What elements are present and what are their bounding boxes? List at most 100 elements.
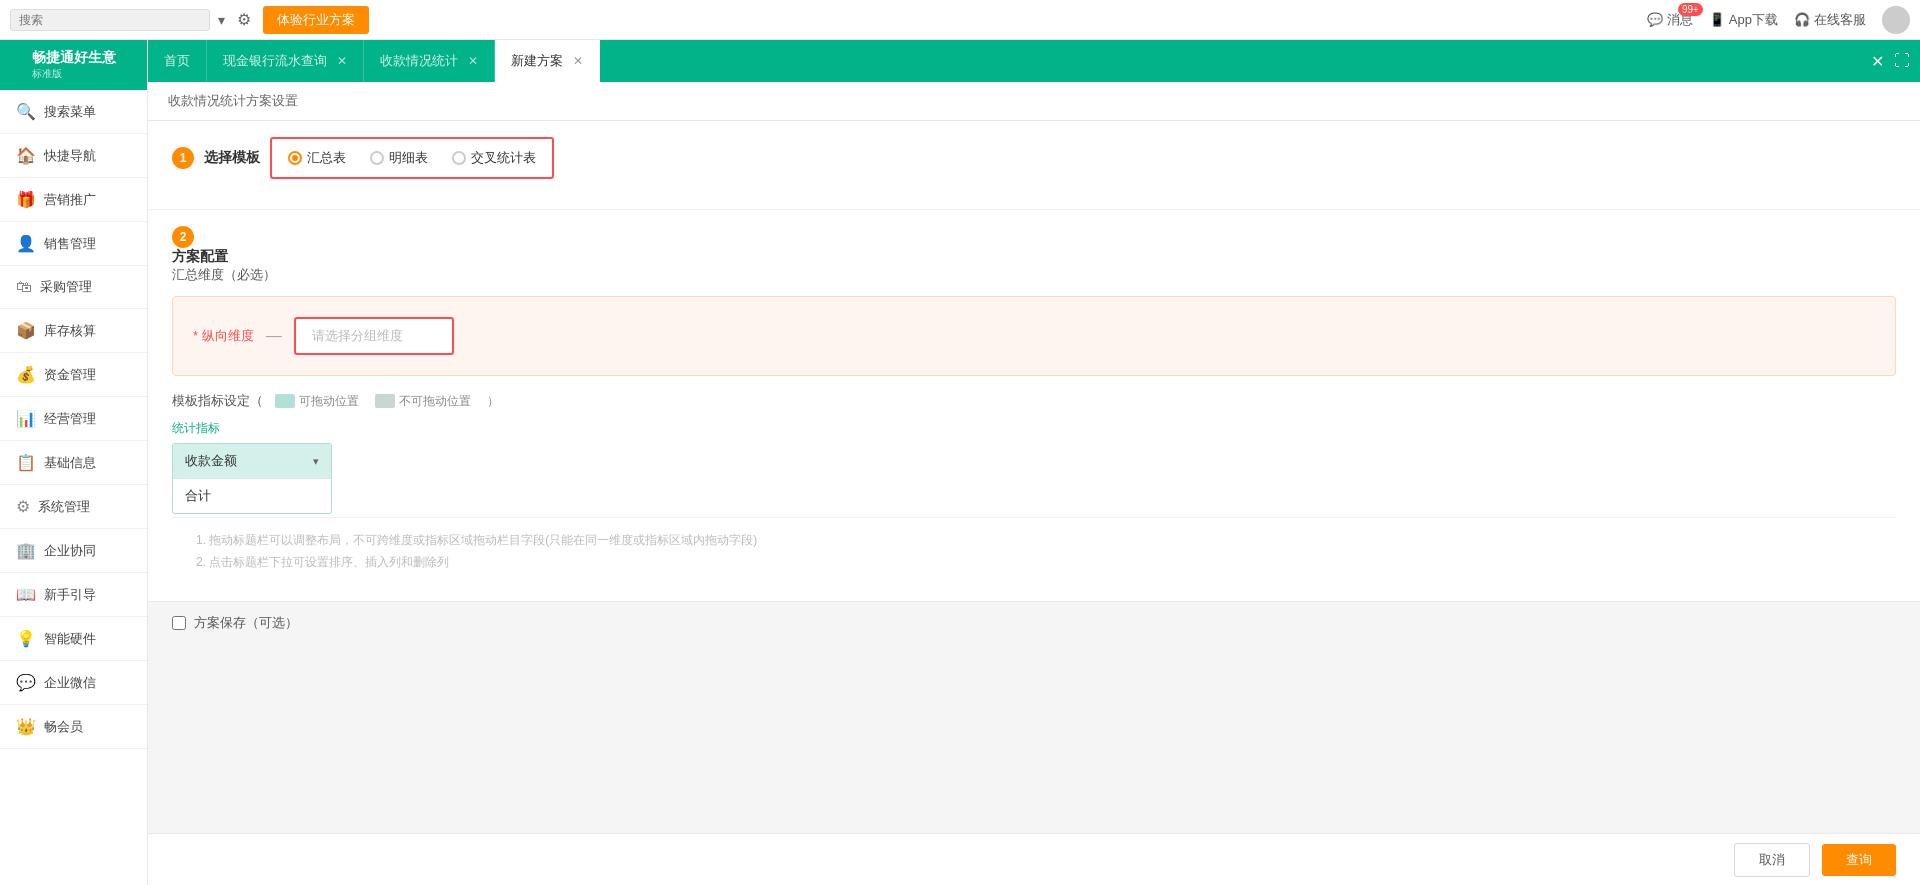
search-input[interactable] [10,9,210,31]
inventory-icon: 📦 [16,321,36,340]
tab-close-all-button[interactable]: ✕ [1871,52,1884,71]
sidebar-item-enterprise-coop[interactable]: 🏢 企业协同 [0,529,147,573]
dimension-row: * 纵向维度 — 请选择分组维度 [193,317,1875,355]
top-header: ▾ ⚙ 体验行业方案 💬 消息 99+ 📱 App下载 🎧 在线客服 [0,0,1920,40]
radio-summary[interactable]: 汇总表 [288,149,346,167]
step1-radio-box: 汇总表 明细表 交叉统计表 [270,137,554,179]
gear-button[interactable]: ⚙ [237,10,251,29]
stats-table-label: 统计指标 [172,420,1896,437]
dropdown-button[interactable]: ▾ [218,12,225,28]
tab-home[interactable]: 首页 [148,40,207,82]
legend-fixed-box [375,394,395,408]
radio-cross-dot [452,151,466,165]
member-icon: 👑 [16,717,36,736]
tab-new-plan-close[interactable]: ✕ [573,54,583,68]
sidebar-item-sales[interactable]: 👤 销售管理 [0,222,147,266]
sidebar-item-purchase[interactable]: 🛍 采购管理 [0,266,147,309]
finance-icon: 💰 [16,365,36,384]
sidebar-item-label-guide: 新手引导 [44,586,96,604]
sales-icon: 👤 [16,234,36,253]
support-item[interactable]: 🎧 在线客服 [1794,11,1866,29]
dimension-select[interactable]: 请选择分组维度 [294,317,454,355]
tab-expand-button[interactable]: ⛶ [1894,52,1910,70]
sidebar-item-enterprise-wechat[interactable]: 💬 企业微信 [0,661,147,705]
download-label: App下载 [1729,11,1778,29]
tip1: 1. 拖动标题栏可以调整布局，不可跨维度或指标区域拖动栏目字段(只能在同一维度或… [196,530,1872,552]
radio-summary-dot [288,151,302,165]
save-checkbox[interactable] [172,616,186,630]
avatar[interactable] [1882,6,1910,34]
sidebar-item-label-system: 系统管理 [38,498,90,516]
sidebar-item-label-operations: 经营管理 [44,410,96,428]
dimension-arrow: — [266,327,282,345]
breadcrumb: 收款情况统计方案设置 [148,82,1920,121]
sidebar-item-system[interactable]: ⚙ 系统管理 [0,485,147,529]
notification-badge: 99+ [1678,3,1703,16]
message-icon: 💬 [1647,12,1663,27]
step1-title: 选择模板 [204,149,260,167]
cancel-button[interactable]: 取消 [1734,843,1810,877]
legend-draggable-label: 可拖动位置 [299,393,359,410]
trial-button[interactable]: 体验行业方案 [263,6,369,34]
sidebar-logo: 畅捷通好生意 标准版 [0,40,147,90]
search-menu-icon: 🔍 [16,102,36,121]
sidebar: 畅捷通好生意 标准版 🔍 搜索菜单 🏠 快捷导航 🎁 营销推广 👤 销售管理 🛍… [0,40,148,885]
sidebar-item-guide[interactable]: 📖 新手引导 [0,573,147,617]
enterprise-coop-icon: 🏢 [16,541,36,560]
tip2: 2. 点击标题栏下拉可设置排序、插入列和删除列 [196,552,1872,574]
dimension-area: * 纵向维度 — 请选择分组维度 [172,296,1896,376]
sidebar-item-smart-hw[interactable]: 💡 智能硬件 [0,617,147,661]
sidebar-item-operations[interactable]: 📊 经营管理 [0,397,147,441]
sidebar-item-inventory[interactable]: 📦 库存核算 [0,309,147,353]
radio-cross[interactable]: 交叉统计表 [452,149,536,167]
column-dropdown-icon[interactable]: ▾ [313,455,319,468]
sidebar-item-label-quick: 快捷导航 [44,147,96,165]
sidebar-item-label-basic: 基础信息 [44,454,96,472]
tab-cashflow-label: 现金银行流水查询 [223,52,327,70]
indicator-legend: 可拖动位置 不可拖动位置 ） [275,393,499,410]
basic-info-icon: 📋 [16,453,36,472]
notification-item[interactable]: 💬 消息 99+ [1647,11,1693,29]
save-option: 方案保存（可选） [148,601,1920,644]
operations-icon: 📊 [16,409,36,428]
radio-summary-label: 汇总表 [307,149,346,167]
table-row-header[interactable]: 收款金额 ▾ [173,444,331,479]
legend-fixed: 不可拖动位置 [375,393,471,410]
enterprise-wechat-icon: 💬 [16,673,36,692]
dimension-label: 汇总维度（必选） [172,266,1896,284]
sidebar-item-label-coop: 企业协同 [44,542,96,560]
sidebar-item-member[interactable]: 👑 畅会员 [0,705,147,749]
indicator-label: 模板指标设定（ [172,392,263,410]
tab-receipt-stats[interactable]: 收款情况统计 ✕ [364,40,495,82]
step1-number: 1 [172,147,194,169]
sidebar-item-search-menu[interactable]: 🔍 搜索菜单 [0,90,147,134]
step2-title: 方案配置 [172,248,228,264]
download-icon: 📱 [1709,12,1725,27]
download-item[interactable]: 📱 App下载 [1709,11,1778,29]
tab-receipt-close[interactable]: ✕ [468,54,478,68]
tab-cashflow-close[interactable]: ✕ [337,54,347,68]
indicator-label-end: ） [487,393,499,410]
vertical-label: * 纵向维度 [193,327,254,345]
sidebar-item-finance[interactable]: 💰 资金管理 [0,353,147,397]
sidebar-item-label-wechat: 企业微信 [44,674,96,692]
tab-receipt-label: 收款情况统计 [380,52,458,70]
step1-header: 1 选择模板 汇总表 明细表 [172,137,1896,179]
radio-detail[interactable]: 明细表 [370,149,428,167]
sidebar-item-label-search: 搜索菜单 [44,103,96,121]
sidebar-item-quick-nav[interactable]: 🏠 快捷导航 [0,134,147,178]
content-area: 首页 现金银行流水查询 ✕ 收款情况统计 ✕ 新建方案 ✕ ✕ ⛶ 收款情况统计… [148,40,1920,885]
tab-cashflow[interactable]: 现金银行流水查询 ✕ [207,40,364,82]
legend-draggable: 可拖动位置 [275,393,359,410]
legend-draggable-box [275,394,295,408]
quick-nav-icon: 🏠 [16,146,36,165]
stats-table: 收款金额 ▾ 合计 [172,443,332,514]
tab-bar-right: ✕ ⛶ [1871,52,1920,71]
sidebar-item-label-member: 畅会员 [44,718,83,736]
step2-section: 2 方案配置 汇总维度（必选） * 纵向维度 — 请选择分组维度 模板指标设定（ [148,210,1920,601]
sidebar-item-marketing[interactable]: 🎁 营销推广 [0,178,147,222]
tab-new-plan[interactable]: 新建方案 ✕ [495,40,600,82]
logo-text: 畅捷通好生意 [32,49,116,67]
query-button[interactable]: 查询 [1822,844,1896,876]
sidebar-item-basic-info[interactable]: 📋 基础信息 [0,441,147,485]
